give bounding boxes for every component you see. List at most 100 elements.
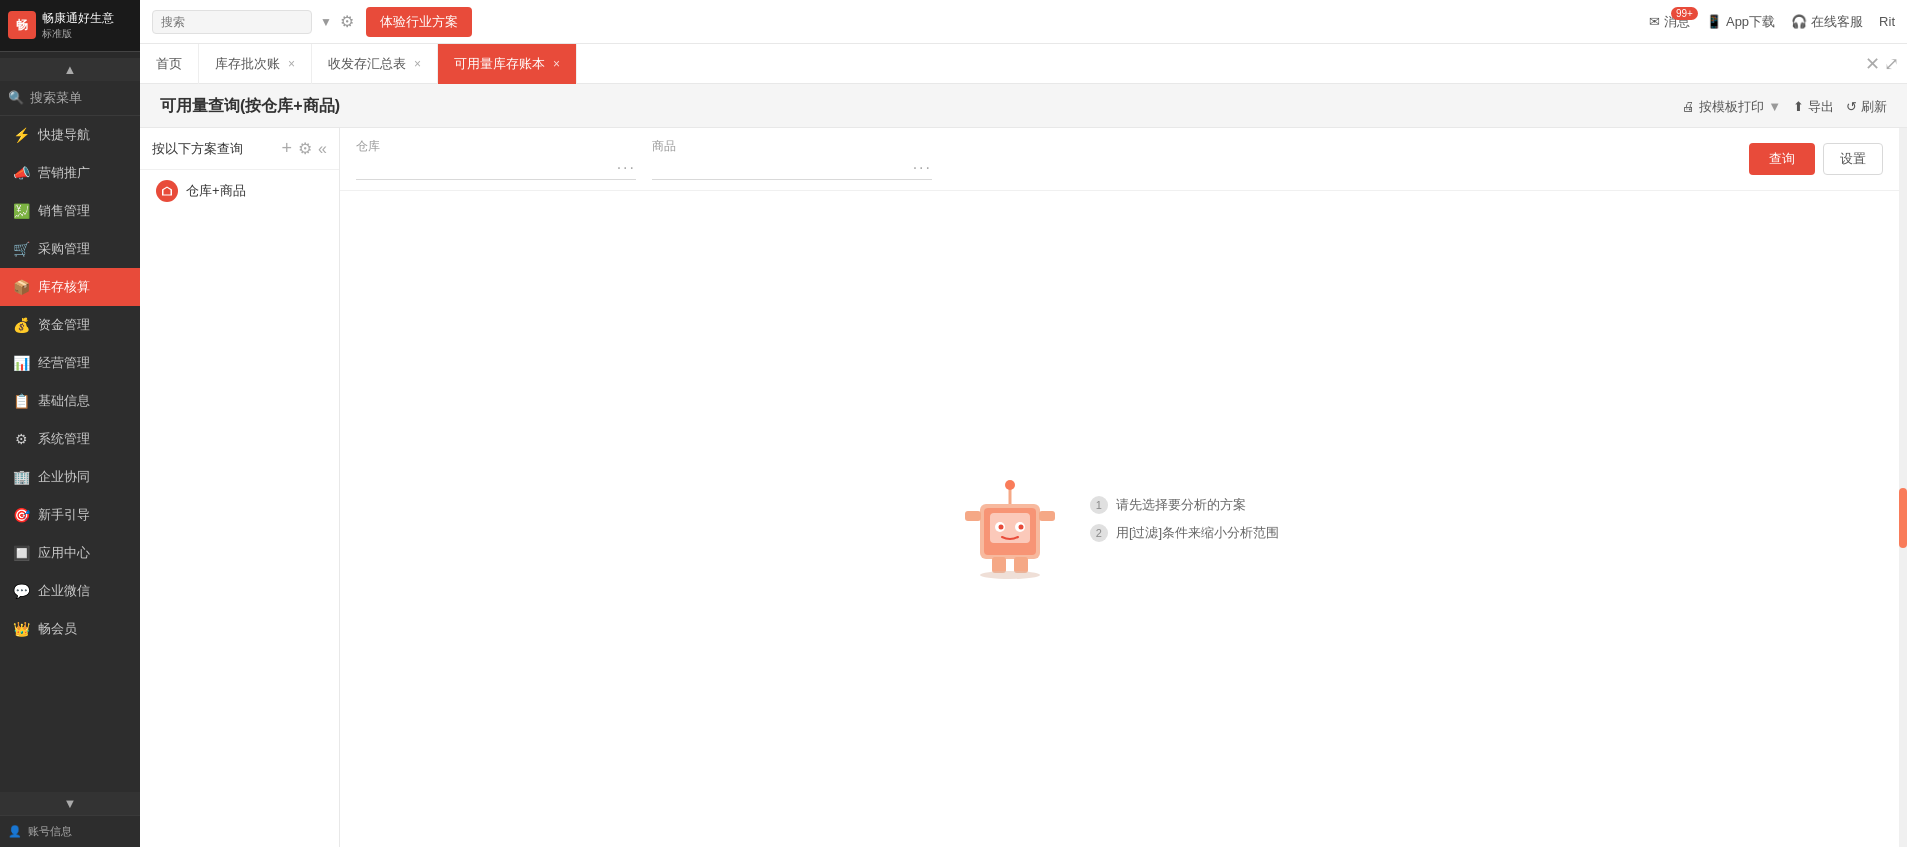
sidebar-item-wechat[interactable]: 💬 企业微信 [0,572,140,610]
export-button[interactable]: ⬆ 导出 [1793,98,1834,116]
right-scrollbar[interactable] [1899,128,1907,847]
enterprise-icon: 🏢 [12,469,30,485]
sidebar-item-label: 快捷导航 [38,126,90,144]
sidebar-item-label: 新手引导 [38,506,90,524]
sidebar-item-label: 经营管理 [38,354,90,372]
tab-close-icon[interactable]: × [288,57,295,71]
sidebar-item-member[interactable]: 👑 畅会员 [0,610,140,648]
sidebar-item-label: 销售管理 [38,202,90,220]
topbar: ▼ ⚙ 体验行业方案 ✉ 消息 99+ 📱 App下载 🎧 在线客服 Rit [140,0,1907,44]
refresh-button[interactable]: ↺ 刷新 [1846,98,1887,116]
empty-state: 1 请先选择要分析的方案 2 用[过滤]条件来缩小分析范围 [340,191,1899,847]
goods-more-icon[interactable]: ··· [913,159,932,177]
tab-home[interactable]: 首页 [140,44,199,84]
user-account[interactable]: Rit [1879,14,1895,29]
app-download-button[interactable]: 📱 App下载 [1706,13,1775,31]
tip-text-2: 用[过滤]条件来缩小分析范围 [1116,524,1279,542]
expand-tab-button[interactable]: ⤢ [1884,53,1899,75]
apps-icon: 🔲 [12,545,30,561]
edit-scheme-button[interactable]: ⚙ [298,139,312,158]
scheme-warehouse-goods[interactable]: 仓库+商品 [140,170,339,212]
wechat-icon: 💬 [12,583,30,599]
filter-bar: 仓库 ··· 商品 ··· 查询 设置 [340,128,1899,191]
sidebar-item-shortcuts[interactable]: ⚡ 快捷导航 [0,116,140,154]
sidebar-item-label: 企业微信 [38,582,90,600]
tab-receive-summary[interactable]: 收发存汇总表 × [312,44,438,84]
sidebar-scroll-down[interactable]: ▼ [0,792,140,815]
app-label: App下载 [1726,13,1775,31]
export-label: 导出 [1808,98,1834,116]
tabs-bar: 首页 库存批次账 × 收发存汇总表 × 可用量库存账本 × ✕ ⤢ [140,44,1907,84]
trial-button[interactable]: 体验行业方案 [366,7,472,37]
purchase-icon: 🛒 [12,241,30,257]
goods-input[interactable] [652,161,909,176]
sidebar-logo: 畅 [8,11,36,39]
topbar-right: ✉ 消息 99+ 📱 App下载 🎧 在线客服 Rit [1649,13,1895,31]
finance-icon: 💰 [12,317,30,333]
goods-label: 商品 [652,138,932,155]
svg-rect-7 [992,557,1006,573]
search-icon: 🔍 [8,90,24,105]
tip-num-2: 2 [1090,524,1108,542]
sidebar-item-finance[interactable]: 💰 资金管理 [0,306,140,344]
tip-num-1: 1 [1090,496,1108,514]
tab-batch-account[interactable]: 库存批次账 × [199,44,312,84]
sidebar-item-system[interactable]: ⚙ 系统管理 [0,420,140,458]
print-dropdown-icon: ▼ [1768,99,1781,114]
sidebar-scroll-up[interactable]: ▲ [0,58,140,81]
sidebar: 畅 畅康通好生意 标准版 ▲ 🔍 搜索菜单 ⚡ 快捷导航 📣 营销推广 💹 销售… [0,0,140,847]
svg-rect-9 [965,511,981,521]
dropdown-arrow-icon[interactable]: ▼ [320,15,332,29]
sidebar-item-guide[interactable]: 🎯 新手引导 [0,496,140,534]
empty-illustration [960,469,1060,569]
add-scheme-button[interactable]: + [282,138,293,159]
warehouse-filter: 仓库 ··· [356,138,636,180]
tabs-actions: ✕ ⤢ [1865,53,1907,75]
tab-close-icon[interactable]: × [553,57,560,71]
warehouse-icon [161,185,173,197]
left-panel-title: 按以下方案查询 [152,140,243,158]
sidebar-item-purchase[interactable]: 🛒 采购管理 [0,230,140,268]
tab-close-icon[interactable]: × [414,57,421,71]
collapse-panel-button[interactable]: « [318,140,327,158]
printer-icon: 🖨 [1682,99,1695,114]
print-button[interactable]: 🖨 按模板打印 ▼ [1682,98,1781,116]
sidebar-title: 畅康通好生意 [42,10,114,27]
sidebar-item-operations[interactable]: 📊 经营管理 [0,344,140,382]
sidebar-item-inventory[interactable]: 📦 库存核算 [0,268,140,306]
sidebar-item-label: 资金管理 [38,316,90,334]
sidebar-item-label: 营销推广 [38,164,90,182]
query-button[interactable]: 查询 [1749,143,1815,175]
sidebar-item-marketing[interactable]: 📣 营销推广 [0,154,140,192]
sidebar-search[interactable]: 🔍 搜索菜单 [0,81,140,116]
settings-button[interactable]: 设置 [1823,143,1883,175]
tab-available-ledger[interactable]: 可用量库存账本 × [438,44,577,84]
sidebar-item-label: 库存核算 [38,278,90,296]
sidebar-item-label: 系统管理 [38,430,90,448]
online-service-button[interactable]: 🎧 在线客服 [1791,13,1863,31]
tip-item-1: 1 请先选择要分析的方案 [1090,496,1279,514]
filter-actions: 查询 设置 [1749,143,1883,175]
svg-point-13 [980,571,1040,579]
close-tab-button[interactable]: ✕ [1865,53,1880,75]
svg-rect-10 [1039,511,1055,521]
warehouse-more-icon[interactable]: ··· [617,159,636,177]
sidebar-footer: 👤 账号信息 [0,815,140,847]
warehouse-input[interactable] [356,161,613,176]
sidebar-item-apps[interactable]: 🔲 应用中心 [0,534,140,572]
export-icon: ⬆ [1793,99,1804,114]
search-input[interactable] [152,10,312,34]
goods-filter: 商品 ··· [652,138,932,180]
sidebar-item-basic[interactable]: 📋 基础信息 [0,382,140,420]
sidebar-item-enterprise[interactable]: 🏢 企业协同 [0,458,140,496]
sidebar-header: 畅 畅康通好生意 标准版 [0,0,140,52]
sidebar-item-sales[interactable]: 💹 销售管理 [0,192,140,230]
scrollbar-thumb [1899,488,1907,548]
msg-badge: 99+ [1671,7,1698,20]
content: 按以下方案查询 + ⚙ « 仓库+商品 [140,128,1907,847]
sidebar-item-label: 采购管理 [38,240,90,258]
user-icon: 👤 [8,825,22,838]
scheme-icon [156,180,178,202]
messages-button[interactable]: ✉ 消息 99+ [1649,13,1690,31]
settings-icon[interactable]: ⚙ [340,12,354,31]
